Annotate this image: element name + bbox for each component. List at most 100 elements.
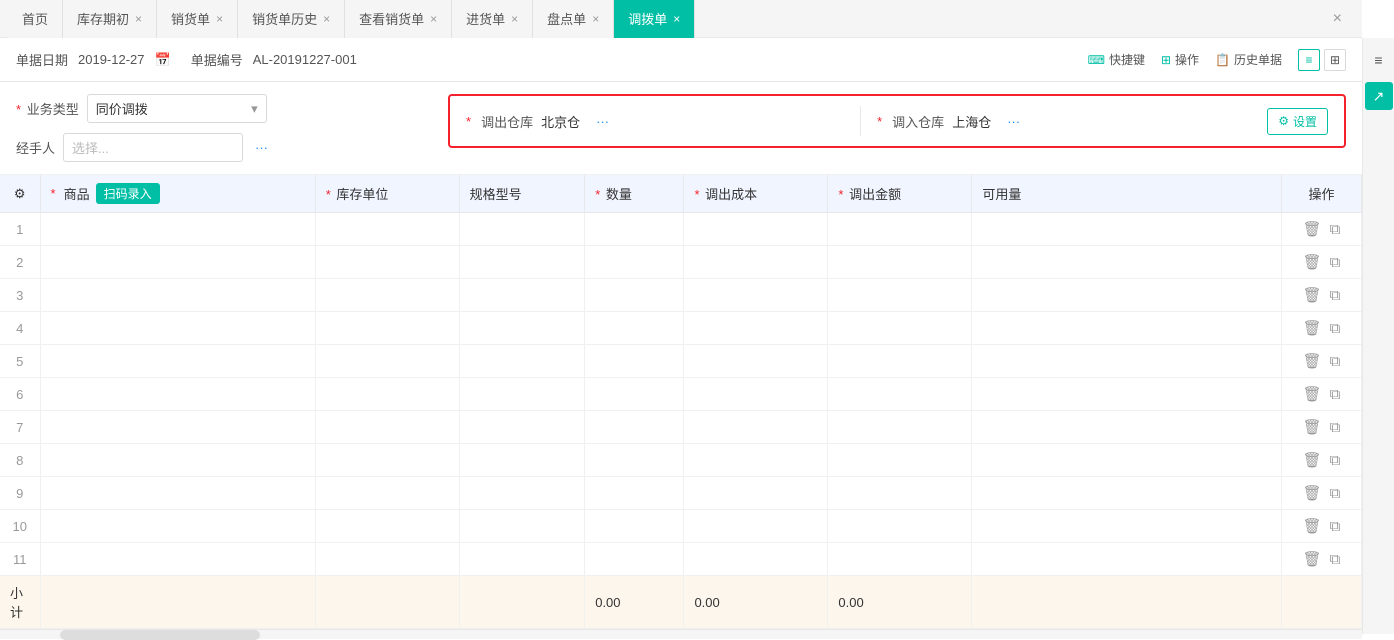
tab-purchase[interactable]: 进货单 × xyxy=(452,0,533,38)
row-11-spec[interactable] xyxy=(459,543,585,576)
row-7-amount[interactable] xyxy=(828,411,972,444)
row-3-unit[interactable] xyxy=(315,279,459,312)
row-6-unit[interactable] xyxy=(315,378,459,411)
history-button[interactable]: 📋 历史单据 xyxy=(1215,51,1282,68)
delete-icon[interactable]: 🗑 xyxy=(1303,550,1322,568)
delete-icon[interactable]: 🗑 xyxy=(1303,352,1322,370)
row-4-product[interactable] xyxy=(40,312,315,345)
row-11-product[interactable] xyxy=(40,543,315,576)
handler-select[interactable]: 选择... xyxy=(63,133,243,162)
delete-icon[interactable]: 🗑 xyxy=(1303,418,1322,436)
row-7-quantity[interactable] xyxy=(585,411,684,444)
row-2-amount[interactable] xyxy=(828,246,972,279)
tab-inventory-init[interactable]: 库存期初 × xyxy=(63,0,157,38)
delete-icon[interactable]: 🗑 xyxy=(1303,484,1322,502)
row-4-cost[interactable] xyxy=(684,312,828,345)
row-1-quantity[interactable] xyxy=(585,213,684,246)
row-3-cost[interactable] xyxy=(684,279,828,312)
row-5-product[interactable] xyxy=(40,345,315,378)
copy-icon[interactable]: ⧉ xyxy=(1330,518,1341,535)
copy-icon[interactable]: ⧉ xyxy=(1330,485,1341,502)
side-link-button[interactable]: ↗ xyxy=(1365,82,1393,110)
copy-icon[interactable]: ⧉ xyxy=(1330,452,1341,469)
tab-sales-history[interactable]: 销货单历史 × xyxy=(238,0,345,38)
row-3-product[interactable] xyxy=(40,279,315,312)
row-2-available[interactable] xyxy=(972,246,1282,279)
delete-icon[interactable]: 🗑 xyxy=(1303,451,1322,469)
warehouse-out-value[interactable]: 北京仓 xyxy=(541,112,580,131)
row-9-available[interactable] xyxy=(972,477,1282,510)
row-7-spec[interactable] xyxy=(459,411,585,444)
tab-inventory-check[interactable]: 盘点单 × xyxy=(533,0,614,38)
tab-inventory-check-close[interactable]: × xyxy=(592,12,599,26)
row-1-available[interactable] xyxy=(972,213,1282,246)
row-4-quantity[interactable] xyxy=(585,312,684,345)
copy-icon[interactable]: ⧉ xyxy=(1330,353,1341,370)
tab-view-sales[interactable]: 查看销货单 × xyxy=(345,0,452,38)
row-9-amount[interactable] xyxy=(828,477,972,510)
copy-icon[interactable]: ⧉ xyxy=(1330,320,1341,337)
business-type-select[interactable]: 同价调拨 ▾ xyxy=(87,94,267,123)
row-9-product[interactable] xyxy=(40,477,315,510)
row-5-quantity[interactable] xyxy=(585,345,684,378)
date-field[interactable]: 单据日期 2019-12-27 📅 xyxy=(16,50,171,69)
row-6-product[interactable] xyxy=(40,378,315,411)
warehouse-out-more[interactable]: ··· xyxy=(592,114,613,129)
row-1-unit[interactable] xyxy=(315,213,459,246)
delete-icon[interactable]: 🗑 xyxy=(1303,385,1322,403)
row-6-spec[interactable] xyxy=(459,378,585,411)
copy-icon[interactable]: ⧉ xyxy=(1330,419,1341,436)
tab-home[interactable]: 首页 xyxy=(8,0,63,38)
row-11-quantity[interactable] xyxy=(585,543,684,576)
row-2-spec[interactable] xyxy=(459,246,585,279)
row-1-cost[interactable] xyxy=(684,213,828,246)
row-3-amount[interactable] xyxy=(828,279,972,312)
row-8-spec[interactable] xyxy=(459,444,585,477)
shortcuts-button[interactable]: ⌨ 快捷键 xyxy=(1088,51,1145,68)
row-10-unit[interactable] xyxy=(315,510,459,543)
side-list-button[interactable]: ≡ xyxy=(1365,46,1393,74)
tab-view-sales-close[interactable]: × xyxy=(430,12,437,26)
tab-sales-order-close[interactable]: × xyxy=(216,12,223,26)
delete-icon[interactable]: 🗑 xyxy=(1303,220,1322,238)
delete-icon[interactable]: 🗑 xyxy=(1303,319,1322,337)
close-all-tabs[interactable]: × xyxy=(1321,10,1354,28)
row-7-cost[interactable] xyxy=(684,411,828,444)
row-3-spec[interactable] xyxy=(459,279,585,312)
row-6-cost[interactable] xyxy=(684,378,828,411)
row-5-unit[interactable] xyxy=(315,345,459,378)
handler-more-button[interactable]: ··· xyxy=(251,140,272,155)
delete-icon[interactable]: 🗑 xyxy=(1303,517,1322,535)
row-8-unit[interactable] xyxy=(315,444,459,477)
row-10-product[interactable] xyxy=(40,510,315,543)
row-6-quantity[interactable] xyxy=(585,378,684,411)
row-10-amount[interactable] xyxy=(828,510,972,543)
tab-transfer-close[interactable]: × xyxy=(673,12,680,26)
row-1-spec[interactable] xyxy=(459,213,585,246)
date-value[interactable]: 2019-12-27 xyxy=(78,52,145,67)
row-1-product[interactable] xyxy=(40,213,315,246)
copy-icon[interactable]: ⧉ xyxy=(1330,221,1341,238)
row-10-cost[interactable] xyxy=(684,510,828,543)
layout-grid-button[interactable]: ⊞ xyxy=(1324,49,1346,71)
row-7-available[interactable] xyxy=(972,411,1282,444)
scrollbar-area[interactable] xyxy=(0,629,1362,639)
row-10-quantity[interactable] xyxy=(585,510,684,543)
row-7-unit[interactable] xyxy=(315,411,459,444)
row-3-quantity[interactable] xyxy=(585,279,684,312)
setting-button[interactable]: ⚙ 设置 xyxy=(1267,108,1328,135)
copy-icon[interactable]: ⧉ xyxy=(1330,254,1341,271)
row-7-product[interactable] xyxy=(40,411,315,444)
row-10-available[interactable] xyxy=(972,510,1282,543)
row-2-cost[interactable] xyxy=(684,246,828,279)
row-8-product[interactable] xyxy=(40,444,315,477)
row-11-unit[interactable] xyxy=(315,543,459,576)
row-9-cost[interactable] xyxy=(684,477,828,510)
row-11-available[interactable] xyxy=(972,543,1282,576)
col-settings[interactable]: ⚙ xyxy=(0,175,40,213)
row-11-cost[interactable] xyxy=(684,543,828,576)
row-9-spec[interactable] xyxy=(459,477,585,510)
row-5-spec[interactable] xyxy=(459,345,585,378)
tab-sales-history-close[interactable]: × xyxy=(323,12,330,26)
delete-icon[interactable]: 🗑 xyxy=(1303,286,1322,304)
